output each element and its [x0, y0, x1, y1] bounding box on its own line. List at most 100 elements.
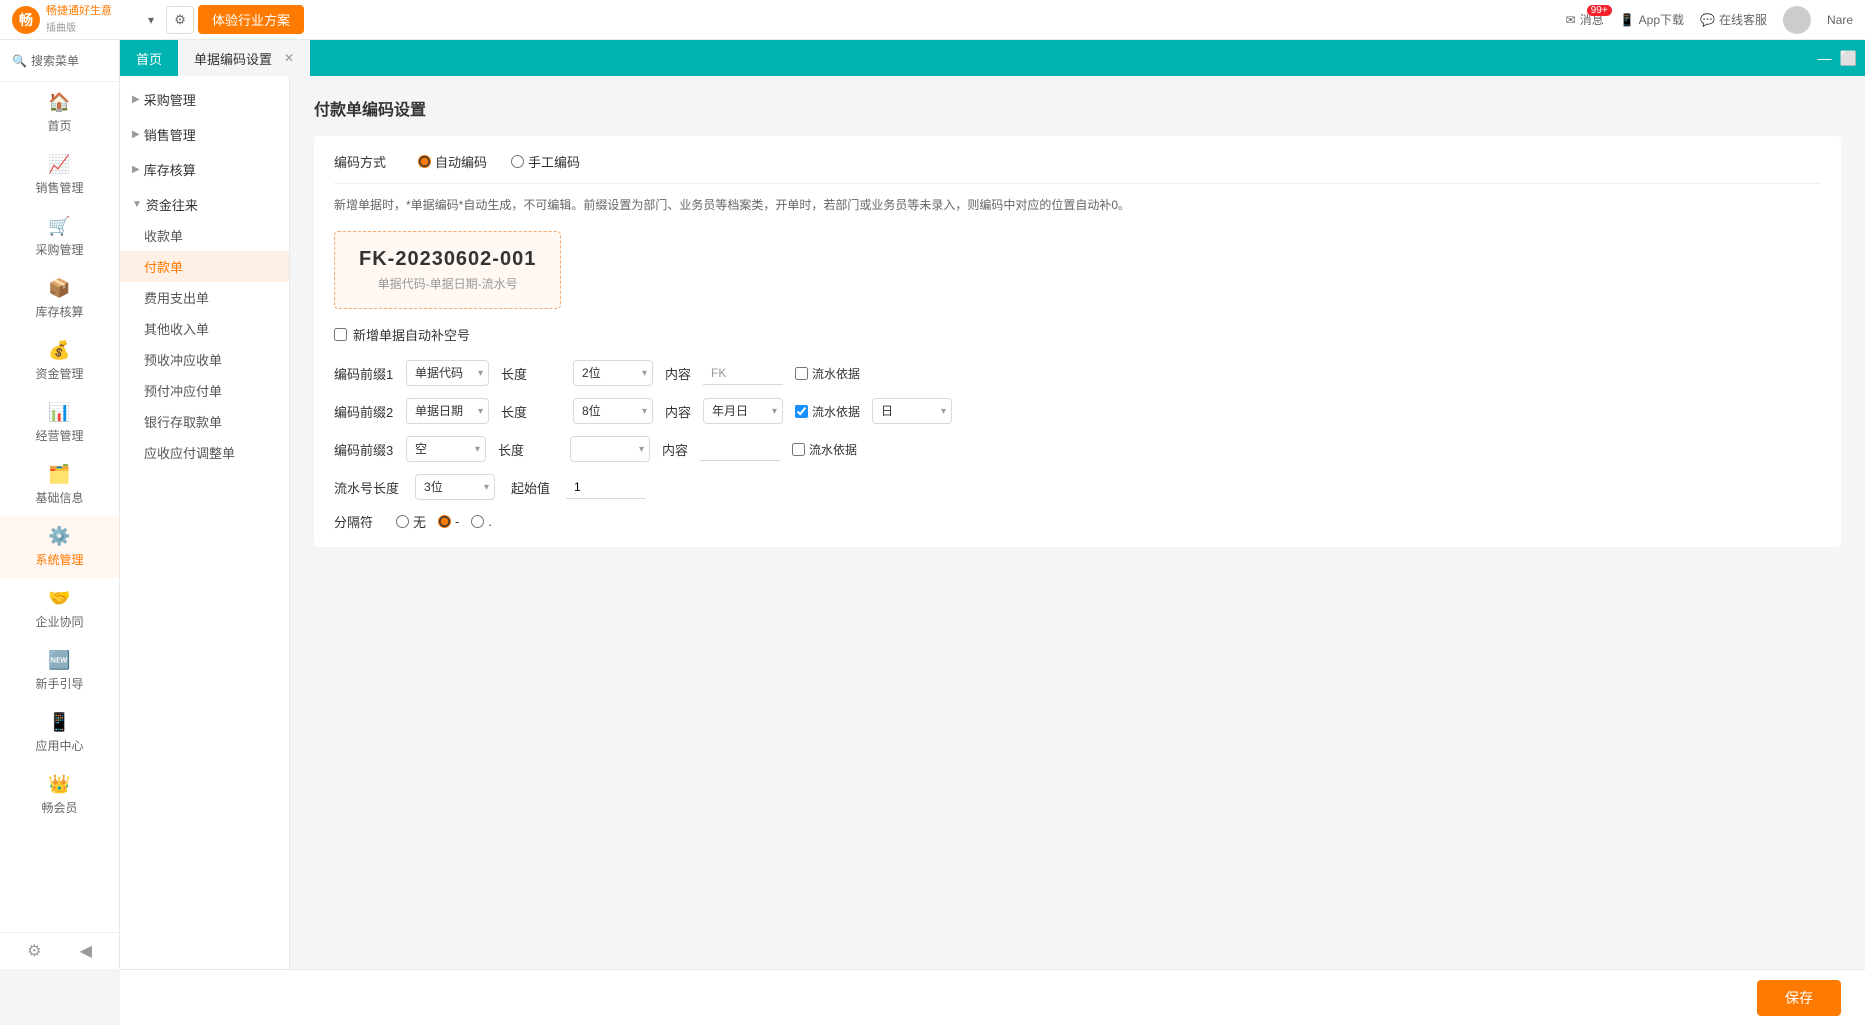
length-3-label: 长度 — [498, 440, 558, 459]
sidebar-item-apps[interactable]: 📱 应用中心 — [0, 702, 119, 764]
sidebar-item-home[interactable]: 🏠 首页 — [0, 82, 119, 144]
brand-text-block: 畅捷通好生意 插曲版 — [46, 5, 112, 33]
auto-fill-checkbox[interactable] — [334, 328, 347, 341]
submenu-header-inventory[interactable]: ▶ 库存核算 — [120, 154, 289, 185]
sidebar-item-cooperation[interactable]: 🤝 企业协同 — [0, 578, 119, 640]
serial-3-checkbox[interactable] — [792, 443, 805, 456]
serial-1-checkbox[interactable] — [795, 367, 808, 380]
submenu-item-prepay-receivable[interactable]: 预收冲应收单 — [120, 344, 289, 375]
serial-3-checkbox-label[interactable]: 流水依据 — [792, 441, 857, 458]
sidebar-item-purchase[interactable]: 🛒 采购管理 — [0, 206, 119, 268]
sidebar-item-business[interactable]: 📊 经营管理 — [0, 392, 119, 454]
separator-dot-radio[interactable]: . — [471, 514, 492, 529]
page-title: 付款单编码设置 — [314, 96, 1841, 120]
serial-unit-select[interactable]: 日 — [872, 398, 952, 424]
sidebar-item-label: 资金管理 — [35, 365, 83, 382]
submenu-item-adjust[interactable]: 应收应付调整单 — [120, 437, 289, 468]
serial-number-row: 流水号长度 3位 起始值 — [334, 474, 1821, 500]
submenu-item-expense[interactable]: 费用支出单 — [120, 282, 289, 313]
page-body: 付款单编码设置 编码方式 自动编码 手工编码 — [290, 76, 1865, 969]
coding-method-label: 编码方式 — [334, 152, 394, 171]
encode-settings-card: 编码方式 自动编码 手工编码 新增单据时，*单据编码*自动生成，不可编辑。前缀设… — [314, 136, 1841, 547]
message-icon[interactable]: ✉ 消息 99+ — [1566, 11, 1604, 28]
prefix-3-select[interactable]: 空 — [406, 436, 486, 462]
serial-1-checkbox-label[interactable]: 流水依据 — [795, 365, 860, 382]
content-3-input — [700, 438, 780, 461]
sidebar-item-inventory[interactable]: 📦 库存核算 — [0, 268, 119, 330]
search-button[interactable]: 🔍 搜索菜单 — [8, 48, 111, 73]
content-2-select[interactable]: 年月日 — [703, 398, 783, 424]
serial-length-select[interactable]: 3位 — [415, 474, 495, 500]
sidebar-item-member[interactable]: 👑 畅会员 — [0, 764, 119, 826]
serial-length-select-wrapper: 3位 — [415, 474, 495, 500]
collapse-button[interactable]: ◀ — [80, 941, 92, 961]
sidebar-item-finance[interactable]: 💰 资金管理 — [0, 330, 119, 392]
submenu-item-payment[interactable]: 付款单 — [120, 251, 289, 282]
page-footer: 保存 — [120, 969, 1865, 1025]
tab-maximize-button[interactable]: ⬜ — [1840, 50, 1857, 67]
submenu-header-sales[interactable]: ▶ 销售管理 — [120, 119, 289, 150]
nav-dropdown[interactable]: ▾ — [140, 9, 162, 31]
brand-icon: 畅 — [12, 6, 40, 34]
chevron-right-icon: ▶ — [132, 164, 140, 175]
sidebar-menu: 🏠 首页 📈 销售管理 🛒 采购管理 📦 库存核算 💰 资金管理 📊 经 — [0, 82, 119, 932]
submenu-item-prepay-payable[interactable]: 预付冲应付单 — [120, 375, 289, 406]
serial-2-checkbox[interactable] — [795, 405, 808, 418]
submenu-item-bank[interactable]: 银行存取款单 — [120, 406, 289, 437]
separator-dash-radio[interactable]: - — [438, 514, 459, 529]
submenu-header-purchase[interactable]: ▶ 采购管理 — [120, 84, 289, 115]
sidebar: 🔍 搜索菜单 🏠 首页 📈 销售管理 🛒 采购管理 📦 库存核算 💰 — [0, 40, 120, 969]
manual-code-radio[interactable]: 手工编码 — [511, 152, 580, 171]
start-value-input[interactable] — [566, 476, 646, 499]
sidebar-item-system[interactable]: ⚙️ 系统管理 — [0, 516, 119, 578]
content-3-label: 内容 — [662, 440, 688, 459]
submenu-group-inventory: ▶ 库存核算 — [120, 154, 289, 185]
base-icon: 🗂️ — [48, 464, 70, 485]
online-service[interactable]: 💬 在线客服 — [1700, 11, 1767, 28]
prefix-2-select-wrapper: 单据日期 — [406, 398, 489, 424]
tab-bar: 首页 单据编码设置 ✕ — ⬜ — [120, 40, 1865, 76]
separator-row: 分隔符 无 - . — [334, 512, 1821, 531]
sidebar-item-sales[interactable]: 📈 销售管理 — [0, 144, 119, 206]
length-3-select-wrapper — [570, 436, 650, 462]
sidebar-item-label: 销售管理 — [35, 179, 83, 196]
prefix-row-2: 编码前缀2 单据日期 长度 8位 内容 — [334, 398, 1821, 424]
start-value-label: 起始值 — [511, 478, 550, 497]
trial-button[interactable]: 体验行业方案 — [198, 5, 304, 34]
tab-close-icon[interactable]: ✕ — [284, 51, 294, 65]
submenu-item-other-income[interactable]: 其他收入单 — [120, 313, 289, 344]
user-name: Nare — [1827, 13, 1853, 27]
cooperation-icon: 🤝 — [48, 588, 70, 609]
sidebar-item-base[interactable]: 🗂️ 基础信息 — [0, 454, 119, 516]
top-bar: 畅 畅捷通好生意 插曲版 ▾ ⚙ 体验行业方案 ✉ 消息 99+ 📱 App下载… — [0, 0, 1865, 40]
length-1-select[interactable]: 2位 — [573, 360, 653, 386]
length-1-select-wrapper: 2位 — [573, 360, 653, 386]
sidebar-item-newbie[interactable]: 🆕 新手引导 — [0, 640, 119, 702]
tab-home[interactable]: 首页 — [120, 40, 178, 76]
finance-icon: 💰 — [48, 340, 70, 361]
submenu-group-purchase: ▶ 采购管理 — [120, 84, 289, 115]
length-3-select[interactable] — [570, 436, 650, 462]
auto-fill-label[interactable]: 新增单据自动补空号 — [353, 325, 470, 344]
prefix-1-select[interactable]: 单据代码 — [406, 360, 489, 386]
top-bar-left: 畅 畅捷通好生意 插曲版 ▾ ⚙ 体验行业方案 — [12, 5, 1566, 34]
submenu-header-capital[interactable]: ▼ 资金往来 — [120, 189, 289, 220]
separator-none-radio[interactable]: 无 — [396, 512, 426, 531]
save-button[interactable]: 保存 — [1757, 980, 1841, 1016]
length-2-select-wrapper: 8位 — [573, 398, 653, 424]
serial-2-checkbox-label[interactable]: 流水依据 — [795, 403, 860, 420]
prefix-1-select-wrapper: 单据代码 — [406, 360, 489, 386]
prefix-2-select[interactable]: 单据日期 — [406, 398, 489, 424]
gear-button[interactable]: ⚙ — [166, 6, 194, 34]
top-bar-right: ✉ 消息 99+ 📱 App下载 💬 在线客服 Nare — [1566, 6, 1853, 34]
submenu-item-receipt[interactable]: 收款单 — [120, 220, 289, 251]
newbie-icon: 🆕 — [48, 650, 70, 671]
app-download[interactable]: 📱 App下载 — [1620, 11, 1684, 28]
tab-minimize-button[interactable]: — — [1818, 50, 1832, 66]
settings-bottom-button[interactable]: ⚙ — [27, 941, 41, 961]
sidebar-search-area: 🔍 搜索菜单 — [0, 40, 119, 82]
length-2-select[interactable]: 8位 — [573, 398, 653, 424]
tab-encode-settings[interactable]: 单据编码设置 ✕ — [178, 40, 310, 76]
member-icon: 👑 — [48, 774, 70, 795]
auto-code-radio[interactable]: 自动编码 — [418, 152, 487, 171]
